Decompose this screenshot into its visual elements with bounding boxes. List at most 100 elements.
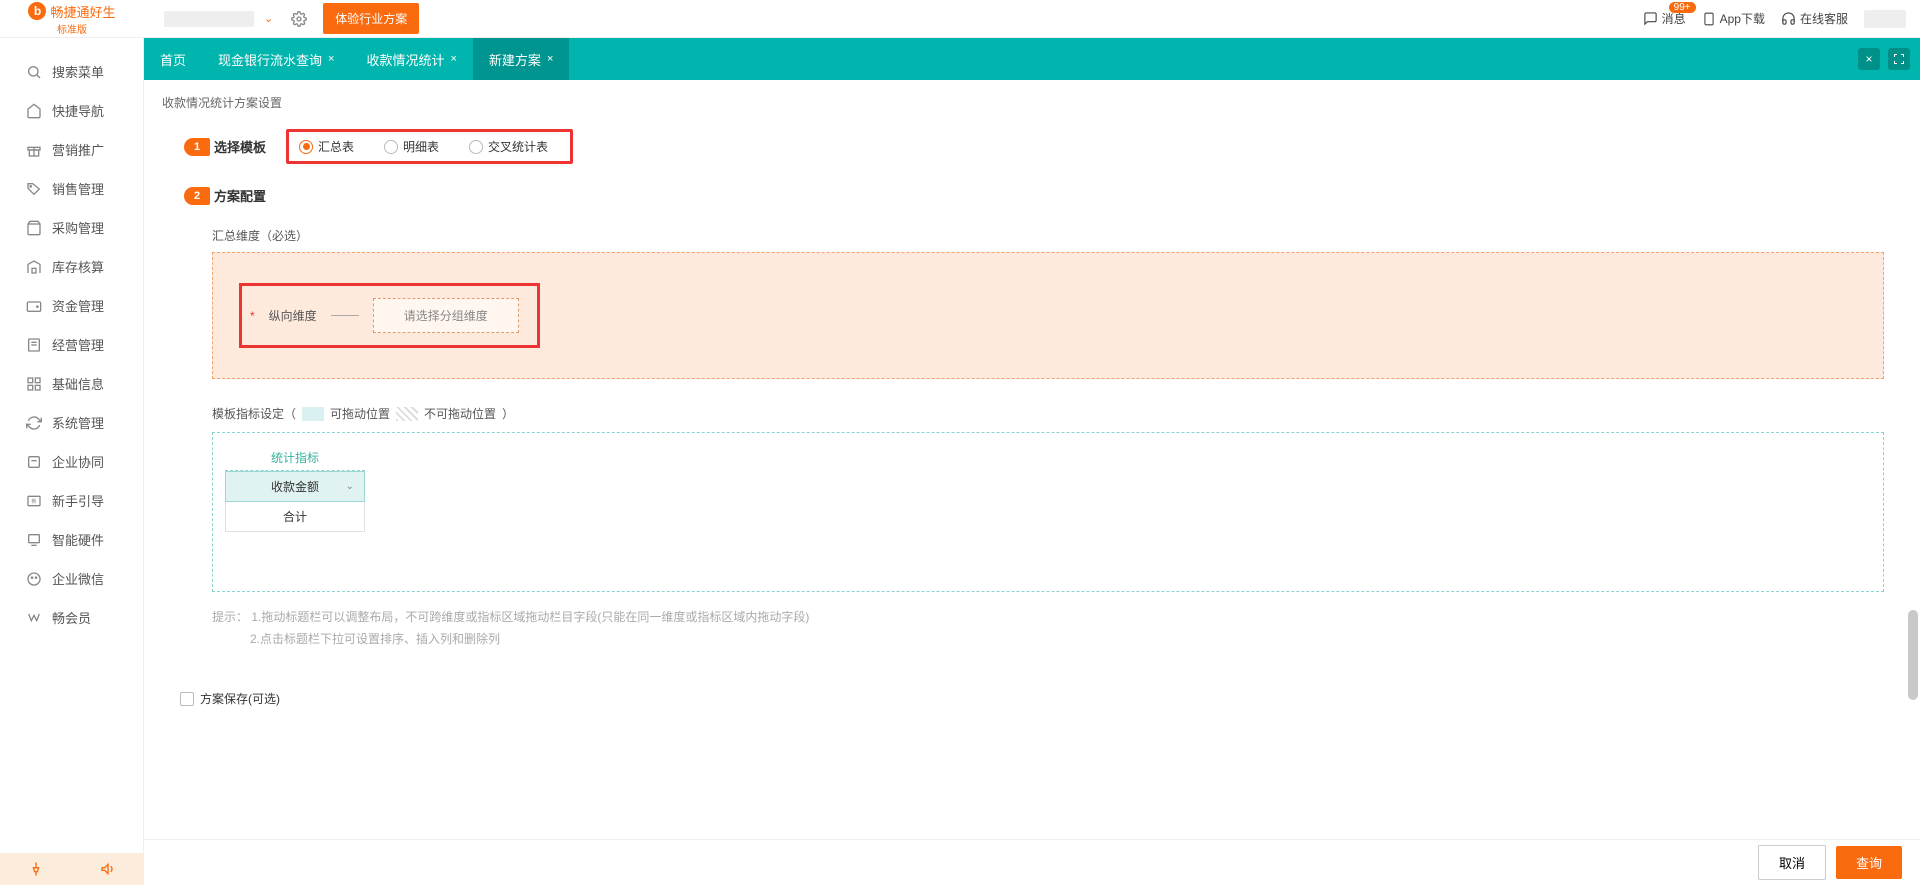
sidebar-item-label: 资金管理 — [52, 296, 104, 315]
pin-icon[interactable] — [28, 861, 44, 877]
step-1-row: 1 选择模板 汇总表 明细表 交叉统计表 — [184, 129, 1902, 164]
sidebar-item-label: 搜索菜单 — [52, 62, 104, 81]
radio-detail[interactable]: 明细表 — [384, 138, 439, 155]
user-avatar[interactable] — [1864, 10, 1906, 28]
chevron-down-icon[interactable]: ⌄ — [346, 481, 354, 492]
radio-label: 汇总表 — [318, 138, 354, 155]
sidebar-item-label: 销售管理 — [52, 179, 104, 198]
scrollbar-thumb[interactable] — [1908, 610, 1918, 700]
vip-icon — [26, 610, 42, 626]
search-icon — [26, 64, 42, 80]
sidebar-item-label: 智能硬件 — [52, 530, 104, 549]
tab-home[interactable]: 首页 — [144, 38, 202, 80]
sidebar-item-basic[interactable]: 基础信息 — [0, 364, 143, 403]
tab-collection-stats[interactable]: 收款情况统计 × — [350, 38, 472, 80]
sidebar-item-label: 经营管理 — [52, 335, 104, 354]
logo-area[interactable]: b 畅捷通好生 标准版 — [0, 0, 144, 38]
sidebar-item-business[interactable]: 经营管理 — [0, 325, 143, 364]
chevron-down-icon: ⌄ — [264, 12, 273, 25]
sidebar-item-finance[interactable]: 资金管理 — [0, 286, 143, 325]
close-icon[interactable]: × — [328, 53, 334, 65]
nodrag-swatch-icon — [396, 407, 418, 421]
indicator-cell-amount[interactable]: 收款金额 ⌄ — [225, 471, 365, 502]
sidebar-item-guide[interactable]: 新新手引导 — [0, 481, 143, 520]
indicator-cell-label: 收款金额 — [271, 478, 319, 495]
sidebar-footer — [0, 853, 144, 885]
radio-label: 明细表 — [403, 138, 439, 155]
sidebar-item-label: 采购管理 — [52, 218, 104, 237]
content-area: 收款情况统计方案设置 1 选择模板 汇总表 明细表 交叉统计表 2 方案配置 汇… — [144, 80, 1920, 885]
wechat-icon — [26, 571, 42, 587]
sidebar-item-purchase[interactable]: 采购管理 — [0, 208, 143, 247]
tab-new-scheme[interactable]: 新建方案 × — [473, 38, 569, 80]
sidebar-item-label: 营销推广 — [52, 140, 104, 159]
grid-icon — [26, 376, 42, 392]
tab-label: 现金银行流水查询 — [218, 50, 322, 69]
sidebar-item-marketing[interactable]: 营销推广 — [0, 130, 143, 169]
company-selector[interactable]: ⌄ — [164, 11, 307, 27]
radio-dot-icon — [384, 140, 398, 154]
tag-icon — [26, 181, 42, 197]
indicator-header: 统计指标 — [225, 445, 365, 471]
template-radios-highlight: 汇总表 明细表 交叉统计表 — [286, 129, 573, 164]
app-download-label: App下载 — [1720, 10, 1765, 27]
sidebar-item-system[interactable]: 系统管理 — [0, 403, 143, 442]
indicator-box: 统计指标 收款金额 ⌄ 合计 — [212, 432, 1884, 592]
dimension-selector[interactable]: 请选择分组维度 — [373, 298, 519, 333]
app-download-button[interactable]: App下载 — [1702, 10, 1765, 27]
close-icon[interactable]: × — [547, 53, 553, 65]
tab-cash-flow[interactable]: 现金银行流水查询 × — [202, 38, 350, 80]
connector-line — [331, 315, 359, 316]
sidebar-item-label: 企业协同 — [52, 452, 104, 471]
main: 首页 现金银行流水查询 × 收款情况统计 × 新建方案 × × 收款情况统计方案设置 … — [144, 38, 1920, 885]
save-scheme-row[interactable]: 方案保存(可选) — [180, 690, 1902, 707]
sidebar-item-vip[interactable]: 畅会员 — [0, 598, 143, 637]
sidebar-item-hardware[interactable]: 智能硬件 — [0, 520, 143, 559]
tab-label: 收款情况统计 — [366, 50, 444, 69]
gear-icon[interactable] — [291, 11, 307, 27]
gift-icon — [26, 142, 42, 158]
radio-summary[interactable]: 汇总表 — [299, 138, 354, 155]
step-1-title: 选择模板 — [214, 137, 266, 156]
speaker-icon[interactable] — [100, 861, 116, 877]
dimension-label: 纵向维度 — [269, 307, 317, 324]
doc-icon — [26, 337, 42, 353]
step-2-row: 2 方案配置 — [184, 186, 1902, 205]
customer-service-label: 在线客服 — [1800, 10, 1848, 27]
radio-dot-icon — [469, 140, 483, 154]
sidebar-item-inventory[interactable]: 库存核算 — [0, 247, 143, 286]
query-button[interactable]: 查询 — [1836, 846, 1902, 879]
messages-button[interactable]: 消息 99+ — [1643, 10, 1686, 27]
industry-solution-button[interactable]: 体验行业方案 — [323, 3, 419, 34]
scrollbar-track[interactable] — [1906, 80, 1920, 839]
top-header: b 畅捷通好生 标准版 ⌄ 体验行业方案 消息 99+ App下载 在线客服 — [0, 0, 1920, 38]
tab-label: 新建方案 — [489, 50, 541, 69]
sidebar-item-sales[interactable]: 销售管理 — [0, 169, 143, 208]
sidebar-item-wechat[interactable]: 企业微信 — [0, 559, 143, 598]
indicator-suffix: ） — [502, 405, 514, 422]
close-icon[interactable]: × — [450, 53, 456, 65]
nodrag-label: 不可拖动位置 — [424, 405, 496, 422]
fullscreen-button[interactable] — [1888, 48, 1910, 70]
hint-2: 2.点击标题栏下拉可设置排序、插入列和删除列 — [250, 628, 500, 650]
tabbar: 首页 现金银行流水查询 × 收款情况统计 × 新建方案 × × — [144, 38, 1920, 80]
message-icon — [1643, 11, 1658, 26]
team-icon — [26, 454, 42, 470]
svg-text:新: 新 — [31, 497, 37, 505]
radio-cross[interactable]: 交叉统计表 — [469, 138, 548, 155]
checkbox-icon[interactable] — [180, 692, 194, 706]
wallet-icon — [26, 298, 42, 314]
customer-service-button[interactable]: 在线客服 — [1781, 10, 1848, 27]
sidebar-item-collab[interactable]: 企业协同 — [0, 442, 143, 481]
sidebar-item-search[interactable]: 搜索菜单 — [0, 52, 143, 91]
hints-label: 提示： — [212, 610, 248, 624]
cancel-button[interactable]: 取消 — [1758, 845, 1826, 880]
radio-label: 交叉统计表 — [488, 138, 548, 155]
footer-buttons: 取消 查询 — [144, 839, 1920, 885]
close-all-button[interactable]: × — [1858, 48, 1880, 70]
sidebar-item-nav[interactable]: 快捷导航 — [0, 91, 143, 130]
page-title: 收款情况统计方案设置 — [162, 94, 1902, 111]
sidebar-item-label: 快捷导航 — [52, 101, 104, 120]
headset-icon — [1781, 11, 1796, 26]
sidebar-item-label: 畅会员 — [52, 608, 91, 627]
